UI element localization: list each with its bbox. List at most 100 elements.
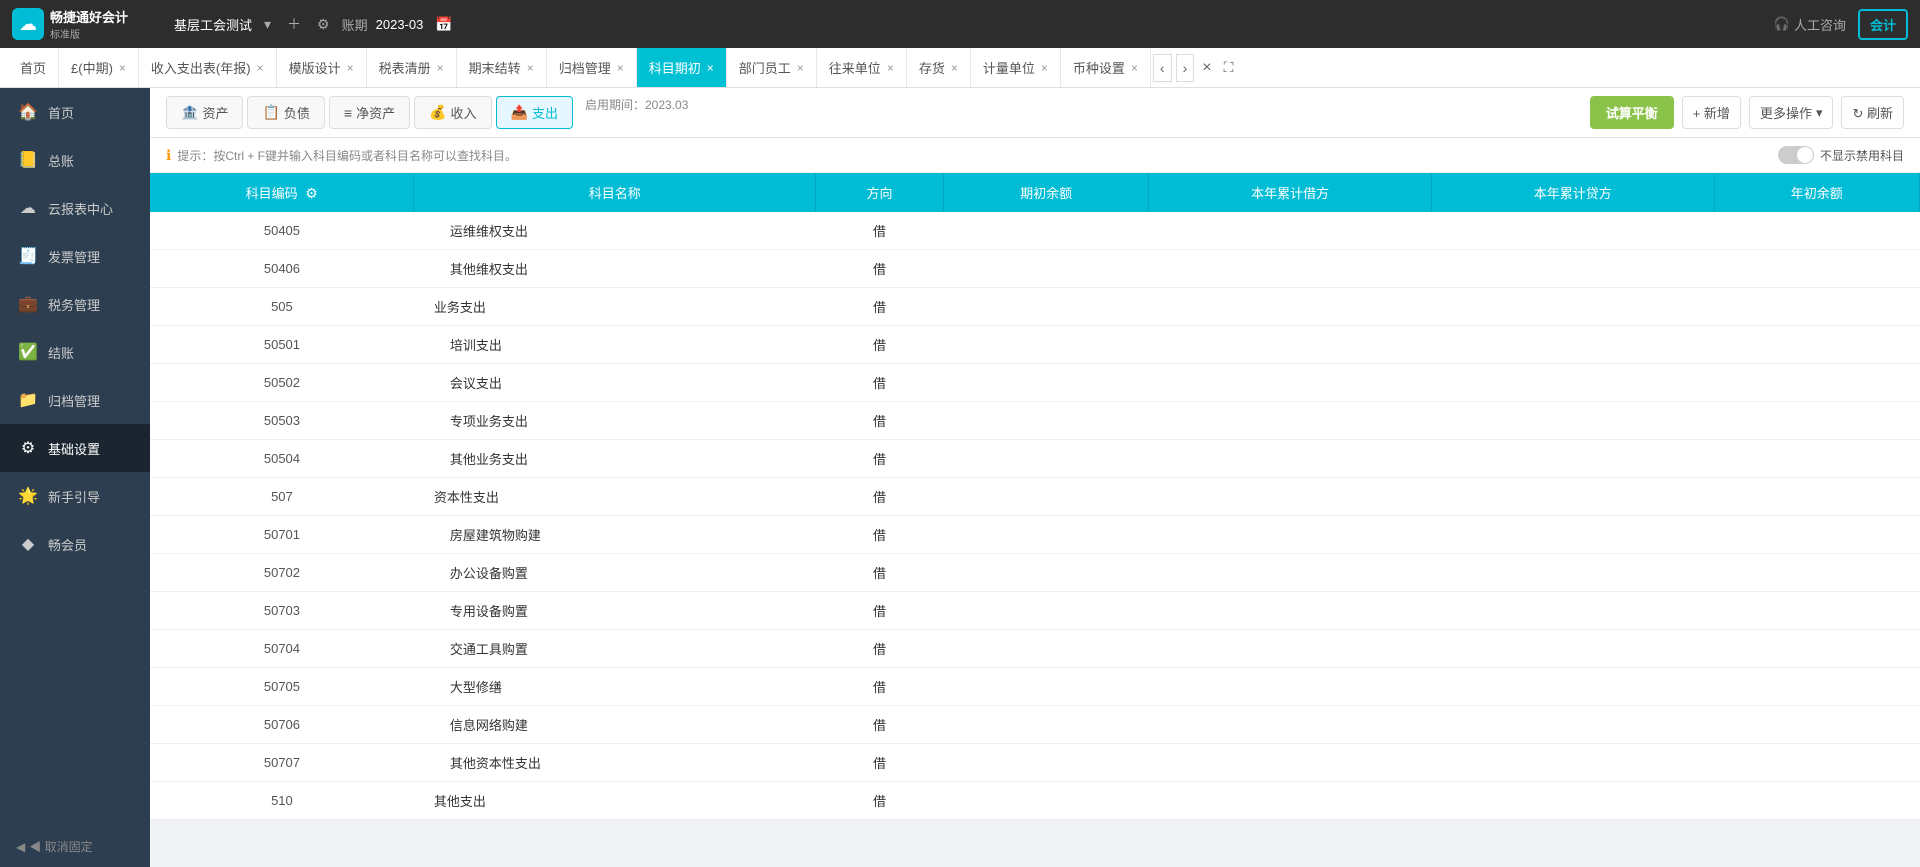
tab-inventory-close[interactable]: × [951,61,958,75]
refresh-button[interactable]: ↻ 刷新 [1841,96,1904,129]
tab-archive-label: 归档管理 [559,58,611,77]
sidebar-item-settle[interactable]: ✅ 结账 [0,328,150,376]
tab-next-btn[interactable]: › [1176,54,1195,82]
col-settings-icon[interactable]: ⚙ [305,185,318,201]
tab-department-close[interactable]: × [797,61,804,75]
cell-opening-balance [944,440,1149,478]
tab-template[interactable]: 模版设计 × [277,48,367,88]
toggle-knob [1797,147,1813,163]
toggle-switch[interactable] [1778,146,1814,164]
tab-subject-init-close[interactable]: × [707,61,714,75]
account-button[interactable]: 会计 [1858,9,1908,40]
sub-tab-expense[interactable]: 📤 支出 [496,96,573,129]
hint-bar: ℹ 提示：按Ctrl + F键并输入科目编码或者科目名称可以查找科目。 不显示禁… [150,138,1920,173]
sidebar-item-settings[interactable]: ⚙ 基础设置 [0,424,150,472]
table-row[interactable]: 505业务支出借 [150,288,1920,326]
tab-subject-init[interactable]: 科目期初 × [637,48,727,88]
table-row[interactable]: 50405运维维权支出借 [150,212,1920,250]
tab-currency-close[interactable]: × [1131,61,1138,75]
calendar-icon[interactable]: 📅 [431,14,456,35]
cell-direction: 借 [816,402,944,440]
cell-ytd-credit [1431,554,1714,592]
table-row[interactable]: 50504其他业务支出借 [150,440,1920,478]
sidebar-item-ledger[interactable]: 📒 总账 [0,136,150,184]
add-button[interactable]: + 新增 [1682,96,1741,129]
table-row[interactable]: 507资本性支出借 [150,478,1920,516]
tab-partner[interactable]: 往来单位 × [817,48,907,88]
sub-tab-net-asset[interactable]: ≡ 净资产 [329,96,410,129]
more-actions-button[interactable]: 更多操作 ▾ [1749,96,1834,129]
tab-unit-close[interactable]: × [1041,61,1048,75]
sidebar-item-cloud-report[interactable]: ☁ 云报表中心 [0,184,150,232]
tab-balance-mid[interactable]: £(中期) × [59,48,139,88]
cell-ytd-debit [1149,250,1432,288]
sidebar-item-archive[interactable]: 📁 归档管理 [0,376,150,424]
consulting-button[interactable]: 🎧 人工咨询 [1774,15,1846,34]
table-row[interactable]: 50703专用设备购置借 [150,592,1920,630]
cell-ytd-debit [1149,402,1432,440]
tab-partner-close[interactable]: × [887,61,894,75]
cell-opening-balance [944,250,1149,288]
headset-icon: 🎧 [1774,16,1790,32]
sub-tab-income[interactable]: 💰 收入 [414,96,491,129]
tab-currency-label: 币种设置 [1073,58,1125,77]
table-row[interactable]: 50707其他资本性支出借 [150,744,1920,782]
logo-text: 畅捷通好会计 标准版 [50,7,128,41]
sidebar-item-member[interactable]: ◆ 畅会员 [0,520,150,568]
tab-prev-btn[interactable]: ‹ [1153,54,1172,82]
sidebar-item-home[interactable]: 🏠 首页 [0,88,150,136]
tab-department[interactable]: 部门员工 × [727,48,817,88]
cell-name: 办公设备购置 [414,554,816,592]
sidebar-item-guide[interactable]: 🌟 新手引导 [0,472,150,520]
sidebar-item-tax[interactable]: 💼 税务管理 [0,280,150,328]
cell-direction: 借 [816,554,944,592]
table-row[interactable]: 50503专项业务支出借 [150,402,1920,440]
cell-opening-balance [944,706,1149,744]
settings-icon[interactable]: ⚙ [313,14,334,35]
cell-name: 其他业务支出 [414,440,816,478]
tab-home[interactable]: 首页 [8,48,59,88]
sub-tab-liability[interactable]: 📋 负债 [247,96,324,129]
tab-archive-close[interactable]: × [617,61,624,75]
cell-year-opening [1714,326,1919,364]
tab-period-close[interactable]: 期末结转 × [457,48,547,88]
sidebar-item-invoice[interactable]: 🧾 发票管理 [0,232,150,280]
tab-period-close-close[interactable]: × [527,61,534,75]
table-row[interactable]: 50705大型修缮借 [150,668,1920,706]
sub-tab-asset-label: 资产 [202,103,228,122]
settle-icon: ✅ [18,342,38,362]
table-row[interactable]: 50704交通工具购置借 [150,630,1920,668]
tab-inventory[interactable]: 存货 × [907,48,971,88]
tab-tax-clear-close[interactable]: × [437,61,444,75]
balance-button[interactable]: 试算平衡 [1590,96,1674,129]
cell-year-opening [1714,782,1919,820]
table-row[interactable]: 50502会议支出借 [150,364,1920,402]
tab-tax-clear[interactable]: 税表清册 × [367,48,457,88]
cell-ytd-credit [1431,516,1714,554]
table-row[interactable]: 50706信息网络购建借 [150,706,1920,744]
tab-close-all-btn[interactable]: × [1196,59,1217,77]
add-company-icon[interactable]: ＋ [283,12,305,36]
cell-opening-balance [944,478,1149,516]
table-row[interactable]: 510其他支出借 [150,782,1920,820]
asset-icon: 🏦 [181,104,198,121]
tab-currency[interactable]: 币种设置 × [1061,48,1151,88]
tab-expand-btn[interactable]: ⛶ [1218,59,1240,76]
table-row[interactable]: 50701房屋建筑物购建借 [150,516,1920,554]
tab-unit[interactable]: 计量单位 × [971,48,1061,88]
table-row[interactable]: 50406其他维权支出借 [150,250,1920,288]
cell-direction: 借 [816,288,944,326]
tab-template-close[interactable]: × [347,61,354,75]
tab-tax-clear-label: 税表清册 [379,58,431,77]
table-row[interactable]: 50702办公设备购置借 [150,554,1920,592]
tab-archive[interactable]: 归档管理 × [547,48,637,88]
table-row[interactable]: 50501培训支出借 [150,326,1920,364]
tab-balance-mid-close[interactable]: × [119,61,126,75]
cell-opening-balance [944,554,1149,592]
table-wrapper[interactable]: 科目编码 ⚙ 科目名称 方向 期初余额 本年累计借方 本年累计贷方 年初余额 5… [150,173,1920,867]
sidebar-collapse-btn[interactable]: ◀ ◀ 取消固定 [0,826,150,867]
sub-tab-asset[interactable]: 🏦 资产 [166,96,243,129]
company-dropdown-icon[interactable]: ▾ [260,14,275,35]
tab-income-expense[interactable]: 收入支出表(年报) × [139,48,277,88]
tab-income-expense-close[interactable]: × [257,61,264,75]
